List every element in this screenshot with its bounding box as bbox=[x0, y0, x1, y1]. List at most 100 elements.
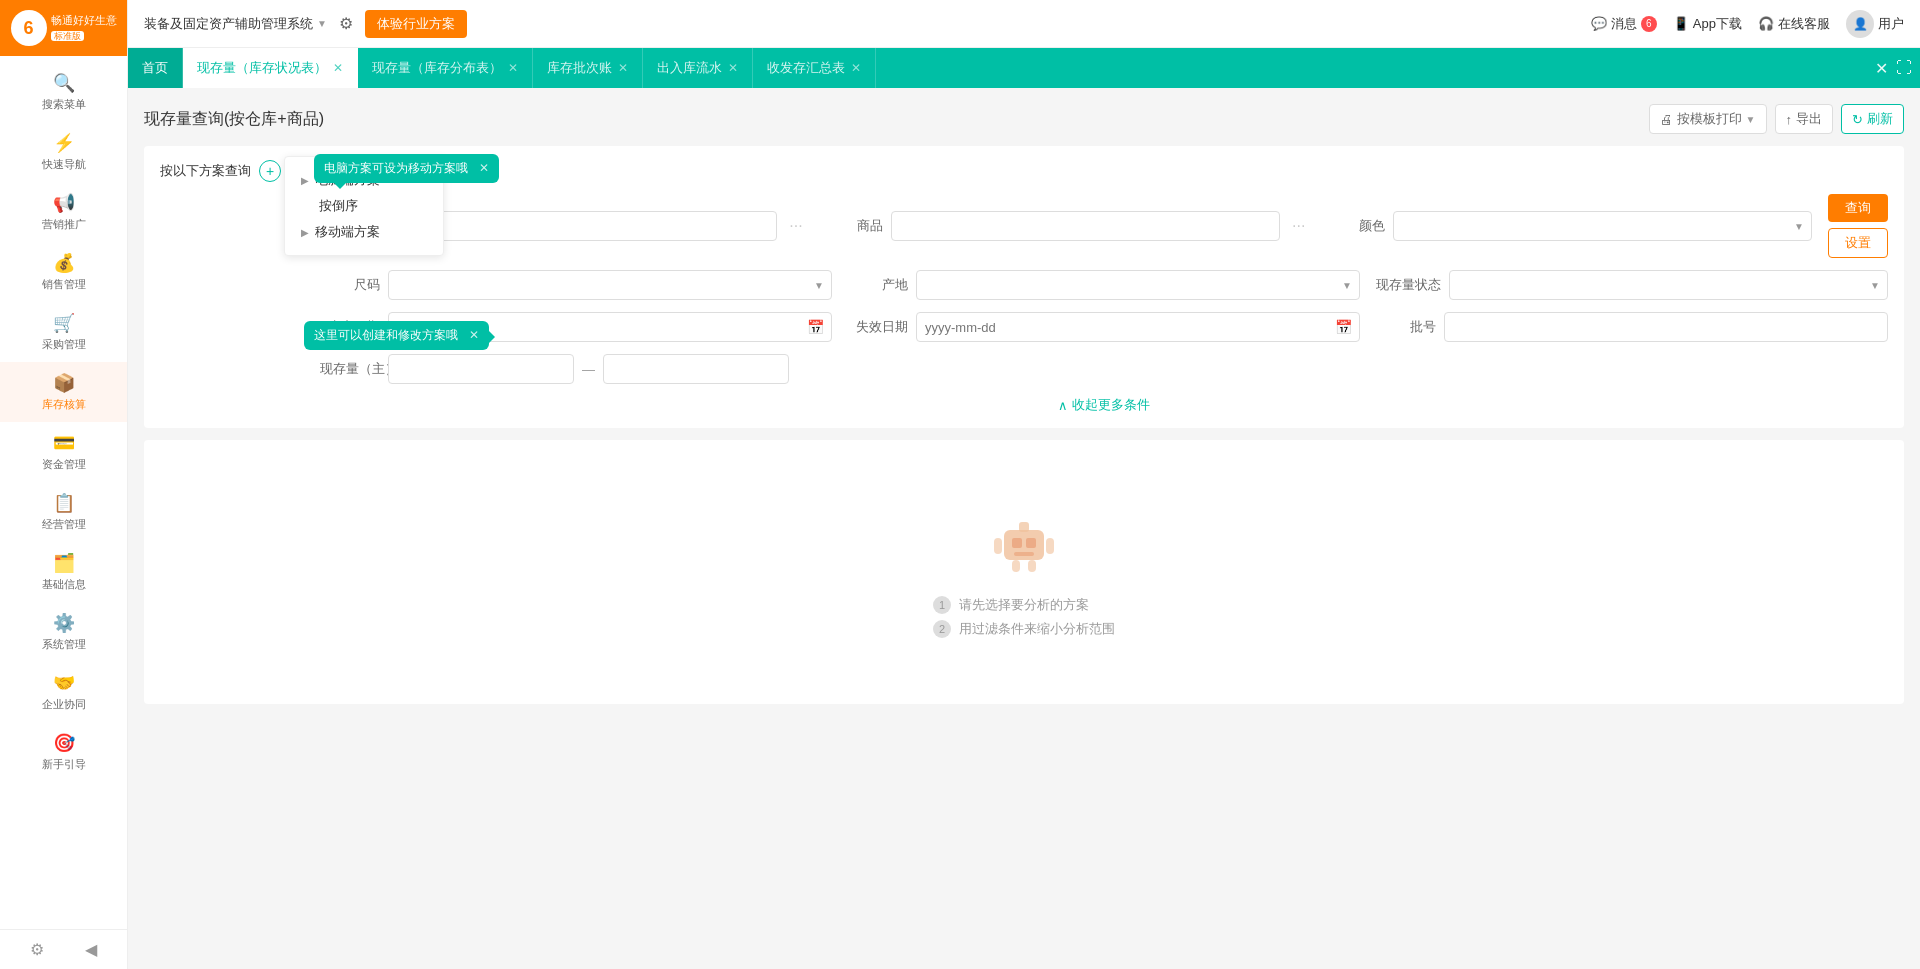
batch-input[interactable] bbox=[1444, 312, 1888, 342]
tab-close-icon-3[interactable]: ✕ bbox=[618, 61, 628, 75]
headset-icon: 🎧 bbox=[1758, 16, 1774, 31]
print-icon: 🖨 bbox=[1660, 112, 1673, 127]
color-select-wrap: ▼ bbox=[1393, 211, 1812, 241]
sidebar-item-search-menu[interactable]: 🔍 搜索菜单 bbox=[0, 62, 127, 122]
support-label: 在线客服 bbox=[1778, 15, 1830, 33]
sidebar-item-inventory[interactable]: 📦 库存核算 bbox=[0, 362, 127, 422]
tab-home[interactable]: 首页 bbox=[128, 48, 183, 88]
message-action[interactable]: 💬 消息 6 bbox=[1591, 15, 1657, 33]
collapse-icon[interactable]: ◀ bbox=[85, 940, 97, 959]
print-button[interactable]: 🖨 按模板打印 ▼ bbox=[1649, 104, 1767, 134]
exp-date-label: 失效日期 bbox=[848, 318, 908, 336]
tab-maximize-icon[interactable]: ⛶ bbox=[1896, 59, 1912, 77]
filter-field-color: 颜色 ▼ bbox=[1325, 211, 1812, 241]
tab-inventory-dist[interactable]: 现存量（库存分布表） ✕ bbox=[358, 48, 533, 88]
tooltip-close-icon[interactable]: ✕ bbox=[479, 161, 489, 175]
origin-select[interactable] bbox=[916, 270, 1360, 300]
sidebar-item-marketing[interactable]: 📢 营销推广 bbox=[0, 182, 127, 242]
sidebar-label-inventory: 库存核算 bbox=[42, 397, 86, 412]
support-action[interactable]: 🎧 在线客服 bbox=[1758, 15, 1830, 33]
tab-close-all-icon[interactable]: ✕ bbox=[1875, 59, 1888, 78]
color-select[interactable] bbox=[1393, 211, 1812, 241]
settings-icon[interactable]: ⚙ bbox=[30, 940, 44, 959]
main-area: 装备及固定资产辅助管理系统 ▼ ⚙ 体验行业方案 💬 消息 6 📱 App下载 … bbox=[128, 0, 1920, 969]
sidebar-item-enterprise[interactable]: 🤝 企业协同 bbox=[0, 662, 127, 722]
tab-inventory-status[interactable]: 现存量（库存状况表） ✕ bbox=[183, 48, 358, 88]
stock-qty-max-input[interactable] bbox=[603, 354, 789, 384]
stock-status-select[interactable] bbox=[1449, 270, 1888, 300]
sidebar-label-search-menu: 搜索菜单 bbox=[42, 97, 86, 112]
quick-nav-icon: ⚡ bbox=[53, 132, 75, 154]
refresh-button[interactable]: ↻ 刷新 bbox=[1841, 104, 1904, 134]
svg-rect-4 bbox=[1019, 522, 1029, 532]
sidebar-item-quick-nav[interactable]: ⚡ 快速导航 bbox=[0, 122, 127, 182]
tab-close-icon-2[interactable]: ✕ bbox=[508, 61, 518, 75]
size-select[interactable] bbox=[388, 270, 832, 300]
tab-batch-ledger[interactable]: 库存批次账 ✕ bbox=[533, 48, 643, 88]
tab-close-icon-4[interactable]: ✕ bbox=[728, 61, 738, 75]
scheme-mobile[interactable]: ▶ 移动端方案 bbox=[295, 219, 433, 245]
add-scheme-button[interactable]: + bbox=[259, 160, 281, 182]
sidebar-item-finance[interactable]: 💳 资金管理 bbox=[0, 422, 127, 482]
avatar: 👤 bbox=[1846, 10, 1874, 38]
svg-rect-1 bbox=[1012, 538, 1022, 548]
reset-button[interactable]: 设置 bbox=[1828, 228, 1888, 258]
export-button[interactable]: ↑ 导出 bbox=[1775, 104, 1834, 134]
filter-field-goods: 商品 ··· bbox=[823, 211, 1310, 241]
tab-collect-summary[interactable]: 收发存汇总表 ✕ bbox=[753, 48, 876, 88]
sidebar-item-system[interactable]: ⚙️ 系统管理 bbox=[0, 602, 127, 662]
filter-panel: 按以下方案查询 + ↻ « ▶ 电脑端方案 按倒序 ▶ 移动端方案 bbox=[144, 146, 1904, 428]
filter-row-1: 仓库 ··· 商品 ··· 颜色 ▼ bbox=[320, 194, 1888, 258]
page-actions: 🖨 按模板打印 ▼ ↑ 导出 ↻ 刷新 bbox=[1649, 104, 1904, 134]
stock-qty-min-input[interactable] bbox=[388, 354, 574, 384]
sidebar-label-finance: 资金管理 bbox=[42, 457, 86, 472]
warehouse-input[interactable] bbox=[388, 211, 777, 241]
tab-close-icon[interactable]: ✕ bbox=[333, 61, 343, 75]
sidebar-item-basic[interactable]: 🗂️ 基础信息 bbox=[0, 542, 127, 602]
sidebar-item-purchase[interactable]: 🛒 采购管理 bbox=[0, 302, 127, 362]
experience-button[interactable]: 体验行业方案 bbox=[365, 10, 467, 38]
tooltip-create-close-icon[interactable]: ✕ bbox=[469, 328, 479, 342]
message-badge: 6 bbox=[1641, 16, 1657, 32]
scheme-mobile-label: 移动端方案 bbox=[315, 223, 380, 241]
arrow-right-icon-2: ▶ bbox=[301, 227, 309, 238]
collapse-label: 收起更多条件 bbox=[1072, 396, 1150, 414]
filter-header-label: 按以下方案查询 bbox=[160, 162, 251, 180]
app-label: App下载 bbox=[1693, 15, 1742, 33]
sidebar-item-operations[interactable]: 📋 经营管理 bbox=[0, 482, 127, 542]
search-menu-icon: 🔍 bbox=[53, 72, 75, 94]
sidebar-bottom: ⚙ ◀ bbox=[0, 929, 127, 969]
goods-input[interactable] bbox=[891, 211, 1280, 241]
sidebar-label-purchase: 采购管理 bbox=[42, 337, 86, 352]
chevron-down-icon: ▼ bbox=[317, 18, 327, 29]
collapse-button[interactable]: ∧ 收起更多条件 bbox=[1058, 396, 1150, 414]
sidebar-item-sales[interactable]: 💰 销售管理 bbox=[0, 242, 127, 302]
calendar-icon-1: 📅 bbox=[807, 319, 824, 335]
sales-icon: 💰 bbox=[53, 252, 75, 274]
svg-rect-7 bbox=[1012, 560, 1020, 572]
tab-collect-summary-label: 收发存汇总表 bbox=[767, 59, 845, 77]
home-tab-label: 首页 bbox=[142, 59, 168, 77]
warehouse-dots-icon[interactable]: ··· bbox=[785, 217, 806, 235]
filter-footer: ∧ 收起更多条件 bbox=[320, 396, 1888, 414]
tab-inout-flow[interactable]: 出入库流水 ✕ bbox=[643, 48, 753, 88]
gear-icon[interactable]: ⚙ bbox=[339, 14, 353, 33]
chevron-down-icon-print: ▼ bbox=[1746, 114, 1756, 125]
message-icon: 💬 bbox=[1591, 16, 1607, 31]
goods-dots-icon[interactable]: ··· bbox=[1288, 217, 1309, 235]
header-right: 💬 消息 6 📱 App下载 🎧 在线客服 👤 用户 bbox=[1591, 10, 1904, 38]
system-selector[interactable]: 装备及固定资产辅助管理系统 ▼ bbox=[144, 15, 327, 33]
empty-steps: 1 请先选择要分析的方案 2 用过滤条件来缩小分析范围 bbox=[933, 596, 1115, 644]
exp-date-start-input[interactable] bbox=[916, 312, 1360, 342]
scheme-desktop-child[interactable]: 按倒序 bbox=[295, 193, 433, 219]
tooltip-scheme: 电脑方案可设为移动方案哦 ✕ bbox=[314, 154, 499, 183]
export-icon: ↑ bbox=[1786, 112, 1793, 127]
sidebar-item-guide[interactable]: 🎯 新手引导 bbox=[0, 722, 127, 782]
tab-close-icon-5[interactable]: ✕ bbox=[851, 61, 861, 75]
filter-field-origin: 产地 ▼ bbox=[848, 270, 1360, 300]
chevron-up-icon: ∧ bbox=[1058, 398, 1068, 413]
user-action[interactable]: 👤 用户 bbox=[1846, 10, 1904, 38]
system-name: 装备及固定资产辅助管理系统 bbox=[144, 15, 313, 33]
search-button[interactable]: 查询 bbox=[1828, 194, 1888, 222]
app-download-action[interactable]: 📱 App下载 bbox=[1673, 15, 1742, 33]
